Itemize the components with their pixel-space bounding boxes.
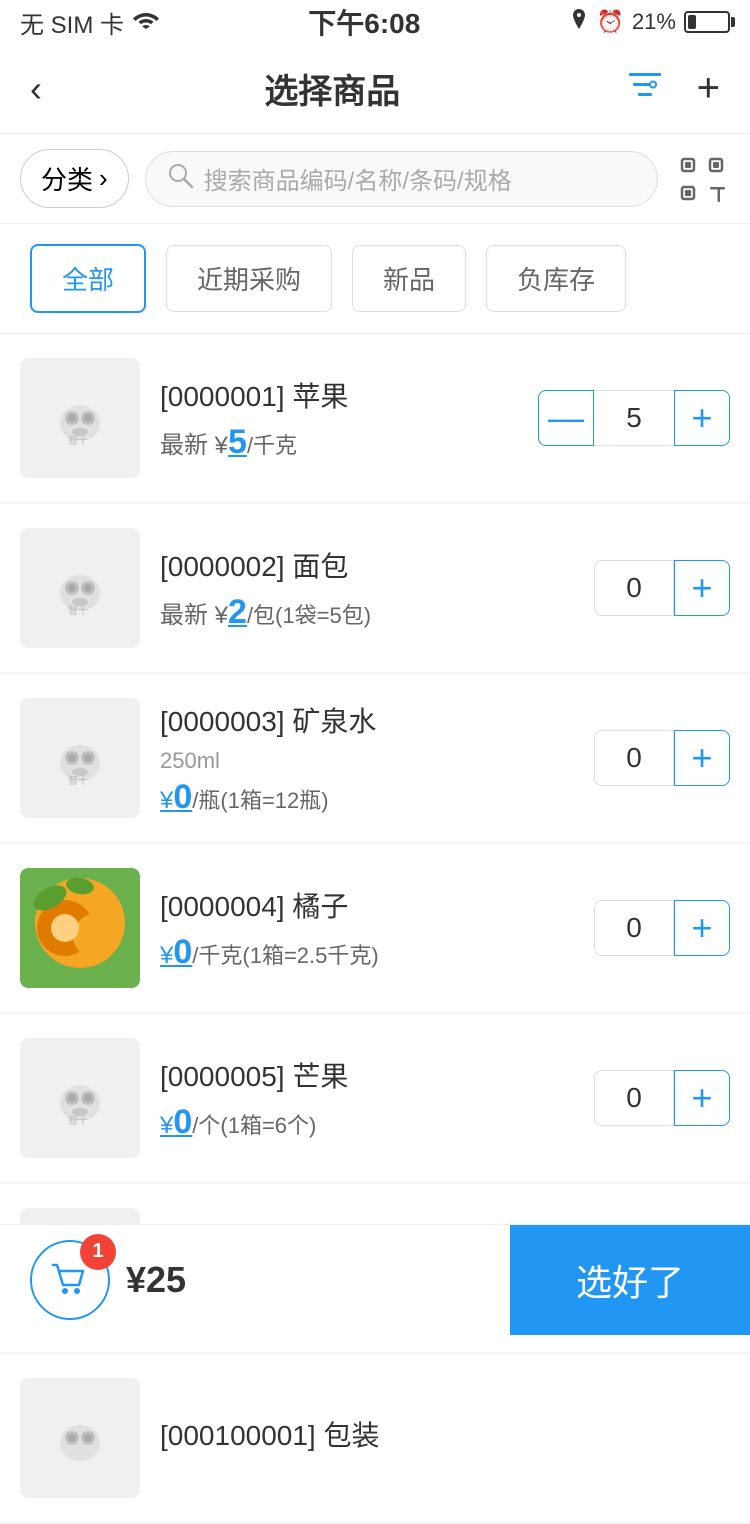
- scan-button[interactable]: [674, 151, 730, 207]
- cart-badge: 1: [80, 1234, 116, 1270]
- quantity-control: 0 +: [594, 730, 730, 786]
- search-box[interactable]: 搜索商品编码/名称/条码/规格: [145, 151, 658, 207]
- quantity-display: 0: [594, 900, 674, 956]
- status-left: 无 SIM 卡: [20, 5, 160, 40]
- product-image: 智十: [20, 528, 140, 648]
- product-price: 最新 ¥5/千克: [160, 423, 518, 462]
- product-image-orange: [20, 868, 140, 988]
- quantity-control: 0 +: [594, 560, 730, 616]
- plus-button[interactable]: +: [674, 560, 730, 616]
- product-price: 最新 ¥2/包(1袋=5包): [160, 593, 574, 632]
- status-bar: 无 SIM 卡 下午6:08 ⏰ 21%: [0, 0, 750, 44]
- product-name: [0000001] 苹果: [160, 375, 518, 415]
- product-name: [0000003] 矿泉水: [160, 700, 574, 740]
- quantity-input[interactable]: [594, 390, 674, 446]
- product-info: [0000001] 苹果 最新 ¥5/千克: [140, 375, 538, 462]
- product-spec: 250ml: [160, 748, 574, 774]
- cart-section: 1 ¥25: [0, 1240, 510, 1320]
- owl-logo: [50, 1408, 110, 1468]
- bottom-bar: 1 ¥25 选好了: [0, 1224, 750, 1334]
- product-info: [0000002] 面包 最新 ¥2/包(1袋=5包): [140, 545, 594, 632]
- product-info: [0000004] 橘子 ¥0/千克(1箱=2.5千克): [140, 885, 594, 972]
- nav-bar: ‹ 选择商品 +: [0, 44, 750, 134]
- product-item: 智十 [0000003] 矿泉水 250ml ¥0/瓶(1箱=12瓶) 0 +: [0, 674, 750, 842]
- product-name: [0000005] 芒果: [160, 1055, 574, 1095]
- plus-button[interactable]: +: [674, 900, 730, 956]
- product-name: [0000004] 橘子: [160, 885, 574, 925]
- product-price: ¥0/瓶(1箱=12瓶): [160, 778, 574, 817]
- owl-logo: 智十: [50, 728, 110, 788]
- tab-bar: 全部 近期采购 新品 负库存: [0, 224, 750, 334]
- back-button[interactable]: ‹: [30, 68, 42, 110]
- svg-text:智十: 智十: [68, 774, 88, 787]
- status-right: ⏰ 21%: [569, 9, 730, 35]
- search-icon: [166, 161, 194, 196]
- quantity-display: 0: [594, 1070, 674, 1126]
- tab-all[interactable]: 全部: [30, 244, 146, 313]
- product-image: 智十: [20, 358, 140, 478]
- product-item: [0000004] 橘子 ¥0/千克(1箱=2.5千克) 0 +: [0, 844, 750, 1012]
- product-info: [000100001] 包装: [140, 1414, 730, 1462]
- quantity-control: 0 +: [594, 1070, 730, 1126]
- tab-negative-stock[interactable]: 负库存: [486, 245, 626, 312]
- quantity-control: — +: [538, 390, 730, 446]
- product-image: [20, 1378, 140, 1498]
- carrier-text: 无 SIM 卡: [20, 5, 124, 40]
- plus-button[interactable]: +: [674, 390, 730, 446]
- quantity-display: 0: [594, 560, 674, 616]
- quantity-control: 0 +: [594, 900, 730, 956]
- category-label: 分类: [41, 160, 93, 197]
- owl-logo: 智十: [50, 1068, 110, 1128]
- product-price: ¥0/个(1箱=6个): [160, 1103, 574, 1142]
- product-info: [0000003] 矿泉水 250ml ¥0/瓶(1箱=12瓶): [140, 700, 594, 817]
- product-list: 智十 [0000001] 苹果 最新 ¥5/千克 — +: [0, 334, 750, 1522]
- confirm-button[interactable]: 选好了: [510, 1225, 750, 1335]
- plus-button[interactable]: +: [674, 730, 730, 786]
- battery-percent: 21%: [632, 9, 676, 35]
- status-time: 下午6:08: [308, 2, 420, 42]
- product-price: ¥0/千克(1箱=2.5千克): [160, 933, 574, 972]
- filter-bar: 分类 › 搜索商品编码/名称/条码/规格: [0, 134, 750, 224]
- product-item: 智十 [0000005] 芒果 ¥0/个(1箱=6个) 0 +: [0, 1014, 750, 1182]
- tab-recent[interactable]: 近期采购: [166, 245, 332, 312]
- product-name: [0000002] 面包: [160, 545, 574, 585]
- minus-button[interactable]: —: [538, 390, 594, 446]
- location-icon: [569, 9, 589, 35]
- category-button[interactable]: 分类 ›: [20, 149, 129, 208]
- svg-text:智十: 智十: [68, 434, 88, 447]
- alarm-icon: ⏰: [597, 9, 624, 35]
- wifi-icon: [132, 8, 160, 36]
- cart-total: ¥25: [126, 1259, 186, 1301]
- plus-button[interactable]: +: [674, 1070, 730, 1126]
- product-item: [000100001] 包装: [0, 1354, 750, 1522]
- product-item: 智十 [0000001] 苹果 最新 ¥5/千克 — +: [0, 334, 750, 502]
- product-item: 智十 [0000002] 面包 最新 ¥2/包(1袋=5包) 0 +: [0, 504, 750, 672]
- svg-text:智十: 智十: [68, 1114, 88, 1127]
- add-button[interactable]: +: [697, 66, 720, 111]
- product-image: 智十: [20, 698, 140, 818]
- cart-button[interactable]: 1: [30, 1240, 110, 1320]
- owl-logo: 智十: [50, 558, 110, 618]
- quantity-display: 0: [594, 730, 674, 786]
- nav-actions: +: [623, 63, 720, 114]
- battery-icon: [684, 11, 730, 33]
- tab-new[interactable]: 新品: [352, 245, 466, 312]
- product-image: 智十: [20, 1038, 140, 1158]
- search-placeholder: 搜索商品编码/名称/条码/规格: [204, 161, 512, 196]
- product-name: [000100001] 包装: [160, 1414, 710, 1454]
- svg-text:智十: 智十: [68, 604, 88, 617]
- filter-icon[interactable]: [623, 63, 667, 114]
- owl-logo: 智十: [50, 388, 110, 448]
- product-info: [0000005] 芒果 ¥0/个(1箱=6个): [140, 1055, 594, 1142]
- chevron-right-icon: ›: [99, 163, 108, 194]
- page-title: 选择商品: [264, 64, 400, 113]
